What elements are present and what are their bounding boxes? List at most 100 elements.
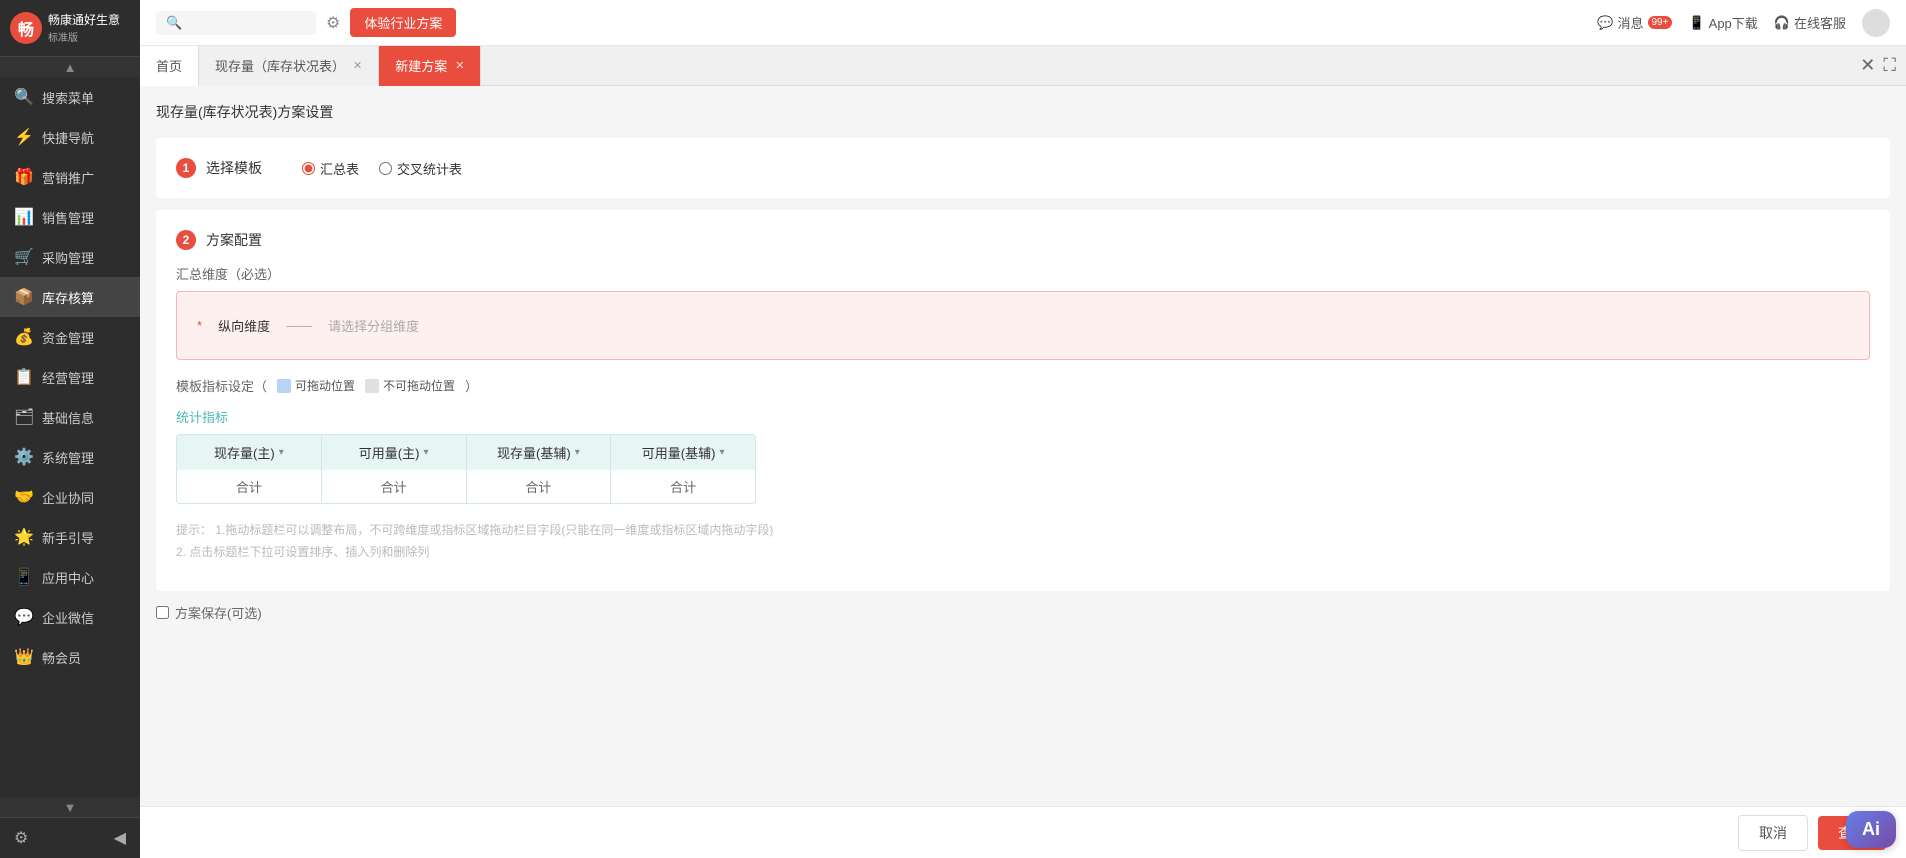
sidebar-scroll-down[interactable]: ▼	[0, 797, 140, 817]
stats-body-1: 合计	[322, 470, 467, 503]
topbar: 🔍 ⚙ 体验行业方案 💬 消息 99+ 📱 App下载 🎧 在线客服	[140, 0, 1906, 46]
sidebar-item-label: 企业协同	[42, 488, 94, 507]
sidebar-item-operation[interactable]: 📋 经营管理	[0, 357, 140, 397]
stats-table-body: 合计 合计 合计 合计	[177, 470, 755, 503]
tab-home[interactable]: 首页	[140, 46, 199, 86]
app-download-button[interactable]: 📱 App下载	[1688, 13, 1757, 32]
step2-title: 方案配置	[206, 230, 262, 250]
sidebar-item-quick-nav[interactable]: ⚡ 快捷导航	[0, 117, 140, 157]
tab-new-scheme-label: 新建方案	[395, 56, 447, 75]
sidebar-scroll-up[interactable]: ▲	[0, 57, 140, 77]
tab-close-icon[interactable]: ✕	[1860, 55, 1875, 76]
step2-card: 2 方案配置 汇总维度（必选） * 纵向维度 —— 请选择分组维度 模板指标设定…	[156, 210, 1890, 591]
chevron-down-icon-0[interactable]: ▾	[279, 447, 284, 458]
save-label: 方案保存(可选)	[175, 603, 262, 622]
sidebar-item-label: 营销推广	[42, 168, 94, 187]
sidebar-item-basic-info[interactable]: 🗂 基础信息	[0, 397, 140, 437]
dimension-required-mark: *	[197, 318, 202, 333]
user-avatar[interactable]	[1862, 9, 1890, 37]
radio-summary-input[interactable]	[302, 162, 315, 175]
app-download-label: App下载	[1709, 13, 1758, 32]
sidebar-item-wechat[interactable]: 💬 企业微信	[0, 597, 140, 637]
dimension-placeholder: 请选择分组维度	[328, 316, 419, 335]
sidebar-item-member[interactable]: 👑 畅会员	[0, 637, 140, 677]
sidebar-item-app-center[interactable]: 📱 应用中心	[0, 557, 140, 597]
sidebar-item-finance[interactable]: 💰 资金管理	[0, 317, 140, 357]
stats-col-1[interactable]: 可用量(主) ▾	[322, 435, 467, 470]
sidebar: 畅 畅康通好生意 标准版 ▲ 🔍 搜索菜单 ⚡ 快捷导航 🎁 营销推广 📊 销售…	[0, 0, 140, 858]
bottom-bar: 取消 查询	[140, 806, 1906, 858]
stats-col-2[interactable]: 现存量(基辅) ▾	[467, 435, 612, 470]
tab-new-scheme[interactable]: 新建方案 ✕	[379, 46, 481, 86]
hint-line-0: 提示： 1.拖动标题栏可以调整布局，不可跨维度或指标区域拖动栏目字段(只能在同一…	[176, 520, 1870, 542]
sidebar-item-label: 系统管理	[42, 448, 94, 467]
stats-col-0[interactable]: 现存量(主) ▾	[177, 435, 322, 470]
sidebar-item-label: 新手引导	[42, 528, 94, 547]
ai-badge[interactable]: Ai	[1846, 811, 1896, 848]
gear-icon[interactable]: ⚙	[326, 13, 340, 33]
radio-cross[interactable]: 交叉统计表	[379, 159, 462, 178]
dimension-section-label: 汇总维度（必选）	[176, 264, 1870, 283]
tab-new-scheme-close[interactable]: ✕	[455, 59, 464, 72]
trial-button[interactable]: 体验行业方案	[350, 8, 456, 37]
tabs-actions: ✕ ⛶	[1860, 55, 1906, 76]
sidebar-item-marketing[interactable]: 🎁 营销推广	[0, 157, 140, 197]
save-option-row: 方案保存(可选)	[156, 603, 1890, 622]
page-title: 现存量(库存状况表)方案设置	[156, 102, 1890, 122]
search-input[interactable]	[188, 16, 298, 30]
chevron-down-icon-1[interactable]: ▾	[423, 447, 428, 458]
message-button[interactable]: 💬 消息 99+	[1597, 13, 1672, 32]
sidebar-item-label: 快捷导航	[42, 128, 94, 147]
stats-col-0-label: 现存量(主)	[214, 443, 275, 462]
save-checkbox[interactable]	[156, 606, 169, 619]
tab-expand-icon[interactable]: ⛶	[1883, 55, 1896, 76]
stats-col-2-label: 现存量(基辅)	[497, 443, 571, 462]
topbar-search-box[interactable]: 🔍	[156, 11, 316, 35]
sidebar-item-label: 经营管理	[42, 368, 94, 387]
template-options: 汇总表 交叉统计表	[302, 159, 462, 178]
message-label: 消息	[1617, 13, 1643, 32]
settings-icon[interactable]: ⚙	[14, 828, 28, 848]
sidebar-item-inventory[interactable]: 📦 库存核算	[0, 277, 140, 317]
radio-cross-input[interactable]	[379, 162, 392, 175]
sidebar-item-sales[interactable]: 📊 销售管理	[0, 197, 140, 237]
sidebar-item-purchase[interactable]: 🛒 采购管理	[0, 237, 140, 277]
enterprise-icon: 🤝	[14, 487, 34, 507]
collapse-icon[interactable]: ◀	[114, 828, 126, 848]
stats-table: 现存量(主) ▾ 可用量(主) ▾ 现存量(基辅) ▾ 可用量(基辅)	[176, 434, 756, 504]
stats-body-0: 合计	[177, 470, 322, 503]
chevron-down-icon-3[interactable]: ▾	[719, 447, 724, 458]
sidebar-item-newbie[interactable]: 🌟 新手引导	[0, 517, 140, 557]
step1-row: 1 选择模板 汇总表 交叉统计表	[176, 158, 1870, 178]
movable-dot	[277, 379, 291, 393]
chevron-down-icon-2[interactable]: ▾	[575, 447, 580, 458]
cancel-button[interactable]: 取消	[1738, 815, 1808, 851]
tab-inventory[interactable]: 现存量（库存状况表） ✕	[199, 46, 379, 86]
message-icon: 💬	[1597, 15, 1613, 31]
sidebar-item-label: 应用中心	[42, 568, 94, 587]
stats-col-3[interactable]: 可用量(基辅) ▾	[611, 435, 755, 470]
sidebar-item-label: 搜索菜单	[42, 88, 94, 107]
main-area: 🔍 ⚙ 体验行业方案 💬 消息 99+ 📱 App下载 🎧 在线客服	[140, 0, 1906, 858]
sidebar-item-system[interactable]: ⚙️ 系统管理	[0, 437, 140, 477]
operation-icon: 📋	[14, 367, 34, 387]
dimension-box[interactable]: * 纵向维度 —— 请选择分组维度	[176, 291, 1870, 360]
sidebar-item-enterprise[interactable]: 🤝 企业协同	[0, 477, 140, 517]
sidebar-item-label: 基础信息	[42, 408, 94, 427]
online-service-button[interactable]: 🎧 在线客服	[1774, 13, 1846, 32]
tab-bar: 首页 现存量（库存状况表） ✕ 新建方案 ✕ ✕ ⛶	[140, 46, 1906, 86]
content-area: 现存量(库存状况表)方案设置 1 选择模板 汇总表 交叉统计表	[140, 86, 1906, 806]
step1-badge: 1	[176, 158, 196, 178]
stats-table-header: 现存量(主) ▾ 可用量(主) ▾ 现存量(基辅) ▾ 可用量(基辅)	[177, 435, 755, 470]
app-download-icon: 📱	[1688, 15, 1704, 31]
radio-summary-label: 汇总表	[320, 159, 359, 178]
sidebar-item-search[interactable]: 🔍 搜索菜单	[0, 77, 140, 117]
tab-inventory-close[interactable]: ✕	[353, 59, 362, 72]
app-center-icon: 📱	[14, 567, 34, 587]
topbar-left: 🔍 ⚙ 体验行业方案	[156, 8, 456, 37]
sidebar-item-label: 库存核算	[42, 288, 94, 307]
radio-summary[interactable]: 汇总表	[302, 159, 359, 178]
sidebar-item-label: 畅会员	[42, 648, 81, 667]
step2-row: 2 方案配置	[176, 230, 1870, 250]
step1-card: 1 选择模板 汇总表 交叉统计表	[156, 138, 1890, 198]
